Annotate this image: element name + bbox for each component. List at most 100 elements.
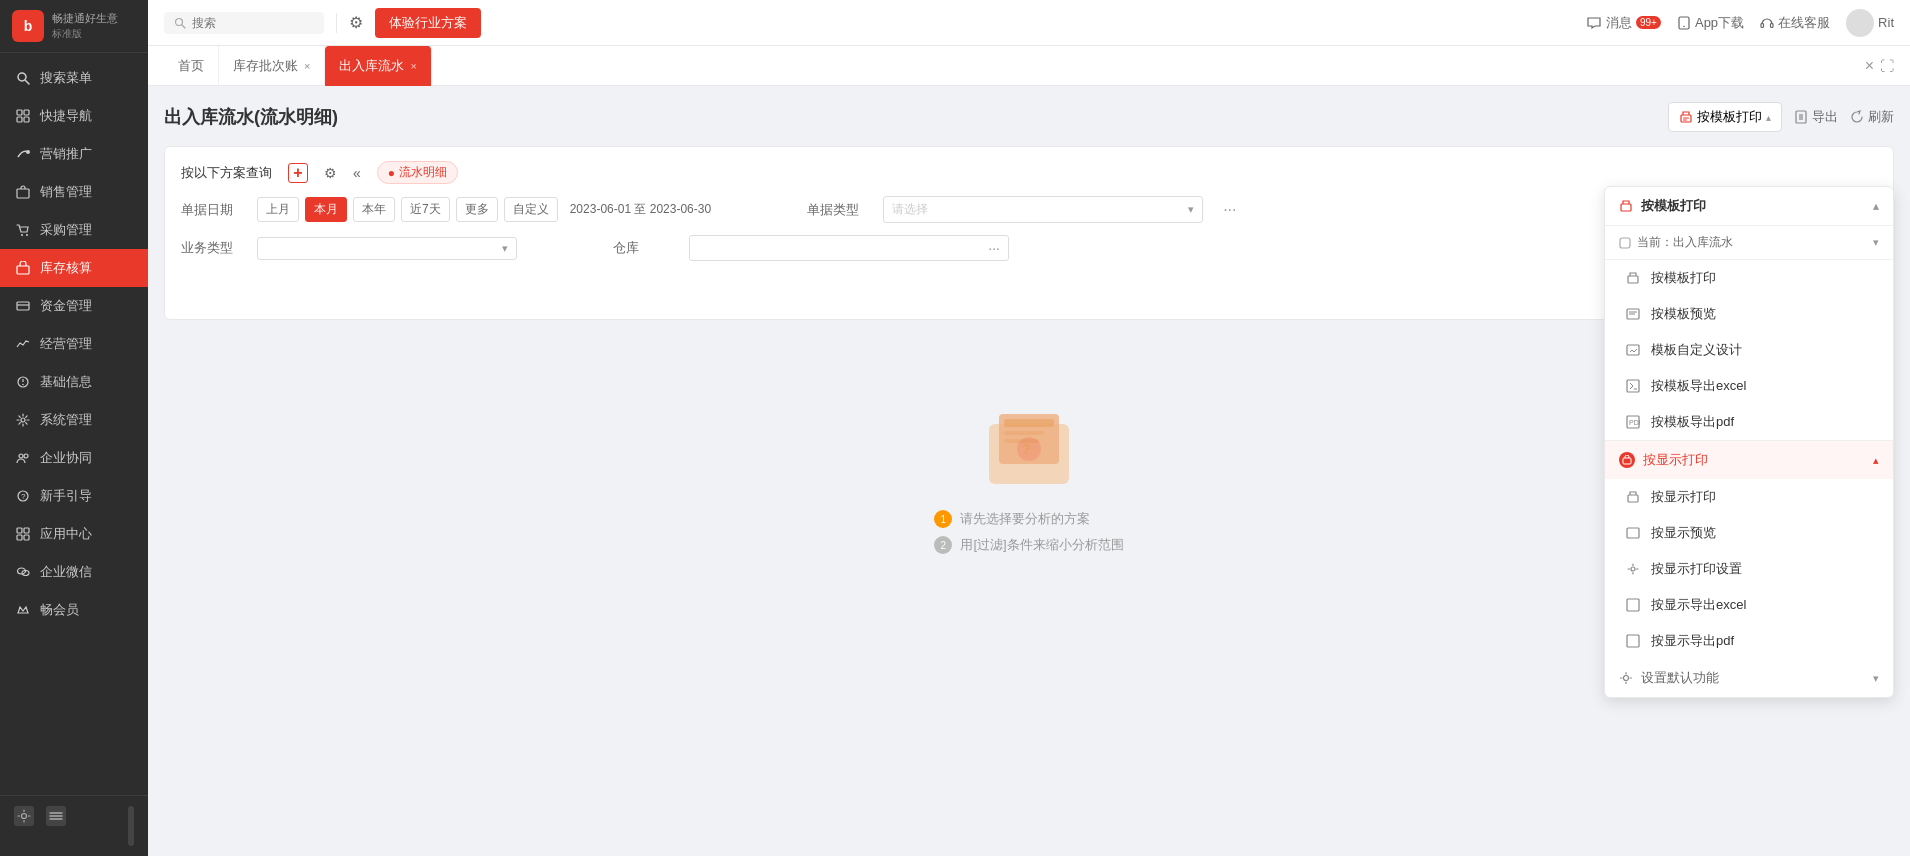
template-preview-icon [1625, 306, 1641, 322]
app-download-btn[interactable]: App下载 [1677, 14, 1744, 32]
sidebar-item-sales[interactable]: 销售管理 [0, 173, 148, 211]
dropdown-header-label: 按模板打印 [1641, 197, 1706, 215]
sidebar-item-inventory[interactable]: 库存核算 [0, 249, 148, 287]
svg-rect-5 [24, 117, 29, 122]
svg-text:PDF: PDF [1629, 419, 1640, 426]
sidebar-item-appcenter[interactable]: 应用中心 [0, 515, 148, 553]
svg-rect-63 [1627, 528, 1639, 538]
close-flow-tab-icon[interactable]: × [410, 60, 416, 72]
template-section: 按模板打印 按模板预览 模板自定义设计 [1605, 260, 1893, 441]
date-btn-last-month[interactable]: 上月 [257, 197, 299, 222]
business-type-select[interactable]: ▾ [257, 237, 517, 260]
svg-rect-65 [1627, 599, 1639, 611]
tab-home[interactable]: 首页 [164, 46, 219, 86]
sidebar-item-label: 资金管理 [40, 297, 92, 315]
svg-rect-23 [17, 535, 22, 540]
collapse-sidebar-btn[interactable] [46, 806, 66, 826]
sidebar-item-marketing[interactable]: 营销推广 [0, 135, 148, 173]
print-dropdown-panel: 按模板打印 ▴ 当前：出入库流水 ▾ 按模板打印 [1604, 186, 1894, 698]
display-preview-icon [1625, 525, 1641, 541]
sidebar-item-operation[interactable]: 经营管理 [0, 325, 148, 363]
sidebar: b 畅捷通好生意 标准版 搜索菜单 快捷导航 营销推广 [0, 0, 148, 856]
page-content: 出入库流水(流水明细) 按模板打印 ▴ 导出 刷新 按以 [148, 86, 1910, 856]
sidebar-item-label: 营销推广 [40, 145, 92, 163]
tab-flow[interactable]: 出入库流水 × [325, 46, 431, 86]
date-btn-this-year[interactable]: 本年 [353, 197, 395, 222]
display-section-header[interactable]: 按显示打印 ▴ [1605, 441, 1893, 479]
sidebar-item-system[interactable]: 系统管理 [0, 401, 148, 439]
empty-step-2: 2 用[过滤]条件来缩小分析范围 [934, 536, 1123, 554]
sidebar-item-purchase[interactable]: 采购管理 [0, 211, 148, 249]
svg-rect-2 [17, 110, 22, 115]
message-btn[interactable]: 消息 99+ [1586, 14, 1661, 32]
sales-icon [14, 183, 32, 201]
display-excel-item[interactable]: 按显示导出excel [1605, 587, 1893, 623]
filter-tag: ● 流水明细 [377, 161, 458, 184]
print-template-btn[interactable]: 按模板打印 ▴ [1668, 102, 1782, 132]
display-preview-item[interactable]: 按显示预览 [1605, 515, 1893, 551]
date-range-display: 2023-06-01 至 2023-06-30 [570, 201, 711, 218]
tab-batch[interactable]: 库存批次账 × [219, 46, 325, 86]
user-name: Rit [1878, 15, 1894, 30]
refresh-btn[interactable]: 刷新 [1850, 108, 1894, 126]
tab-window-controls: × ⛶ [1865, 57, 1894, 75]
sidebar-item-guide[interactable]: ? 新手引导 [0, 477, 148, 515]
template-print-item[interactable]: 按模板打印 [1605, 260, 1893, 296]
industry-btn[interactable]: 体验行业方案 [375, 8, 481, 38]
purchase-icon [14, 221, 32, 239]
sidebar-item-wechat[interactable]: 企业微信 [0, 553, 148, 591]
maximize-window-icon[interactable]: ⛶ [1880, 58, 1894, 74]
sidebar-item-quicknav[interactable]: 快捷导航 [0, 97, 148, 135]
display-settings-item[interactable]: 按显示打印设置 [1605, 551, 1893, 587]
topbar-search-box[interactable] [164, 12, 324, 34]
dropdown-footer[interactable]: 设置默认功能 ▾ [1605, 659, 1893, 697]
export-btn[interactable]: 导出 [1794, 108, 1838, 126]
dropdown-header[interactable]: 按模板打印 ▴ [1605, 187, 1893, 226]
search-icon [14, 69, 32, 87]
more-options-icon[interactable]: ··· [1223, 201, 1236, 219]
add-filter-btn[interactable]: + [288, 163, 308, 183]
svg-point-64 [1631, 567, 1635, 571]
online-service-btn[interactable]: 在线客服 [1760, 14, 1830, 32]
message-icon [1586, 15, 1602, 31]
sidebar-item-finance[interactable]: 资金管理 [0, 287, 148, 325]
date-btn-this-month[interactable]: 本月 [305, 197, 347, 222]
settings-footer-btn[interactable] [14, 806, 34, 826]
svg-rect-22 [24, 528, 29, 533]
sidebar-item-label: 系统管理 [40, 411, 92, 429]
template-excel-item[interactable]: 按模板导出excel [1605, 368, 1893, 404]
sidebar-item-label: 搜索菜单 [40, 69, 92, 87]
user-avatar[interactable]: Rit [1846, 9, 1894, 37]
sidebar-item-basic[interactable]: 基础信息 [0, 363, 148, 401]
svg-rect-38 [1683, 118, 1689, 119]
type-filter-label: 单据类型 [807, 201, 867, 219]
template-custom-item[interactable]: 模板自定义设计 [1605, 332, 1893, 368]
display-pdf-icon [1625, 633, 1641, 649]
warehouse-select[interactable]: ··· [689, 235, 1009, 261]
topbar-search-input[interactable] [192, 16, 292, 30]
close-batch-tab-icon[interactable]: × [304, 60, 310, 72]
footer-settings-icon [1619, 671, 1633, 685]
display-pdf-item[interactable]: 按显示导出pdf [1605, 623, 1893, 659]
filter-settings-btn[interactable]: ⚙ [324, 165, 337, 181]
date-btn-more[interactable]: 更多 [456, 197, 498, 222]
filter-collapse-btn[interactable]: « [353, 165, 361, 181]
type-select[interactable]: 请选择 ▾ [883, 196, 1203, 223]
template-pdf-item[interactable]: PDF 按模板导出pdf [1605, 404, 1893, 440]
svg-point-6 [26, 150, 30, 154]
svg-rect-62 [1628, 495, 1638, 502]
date-btn-custom[interactable]: 自定义 [504, 197, 558, 222]
sidebar-item-vip[interactable]: 畅会员 [0, 591, 148, 629]
template-preview-item[interactable]: 按模板预览 [1605, 296, 1893, 332]
sidebar-item-search[interactable]: 搜索菜单 [0, 59, 148, 97]
template-print-icon [1625, 270, 1641, 286]
settings-icon-topbar[interactable]: ⚙ [349, 13, 363, 32]
display-print-item[interactable]: 按显示打印 [1605, 479, 1893, 515]
warehouse-more-icon[interactable]: ··· [988, 240, 1000, 256]
sidebar-scroll-thumb[interactable] [128, 806, 134, 846]
svg-rect-39 [1683, 120, 1687, 121]
sidebar-item-label: 采购管理 [40, 221, 92, 239]
date-btn-7days[interactable]: 近7天 [401, 197, 450, 222]
sidebar-item-collab[interactable]: 企业协同 [0, 439, 148, 477]
close-window-icon[interactable]: × [1865, 57, 1874, 75]
